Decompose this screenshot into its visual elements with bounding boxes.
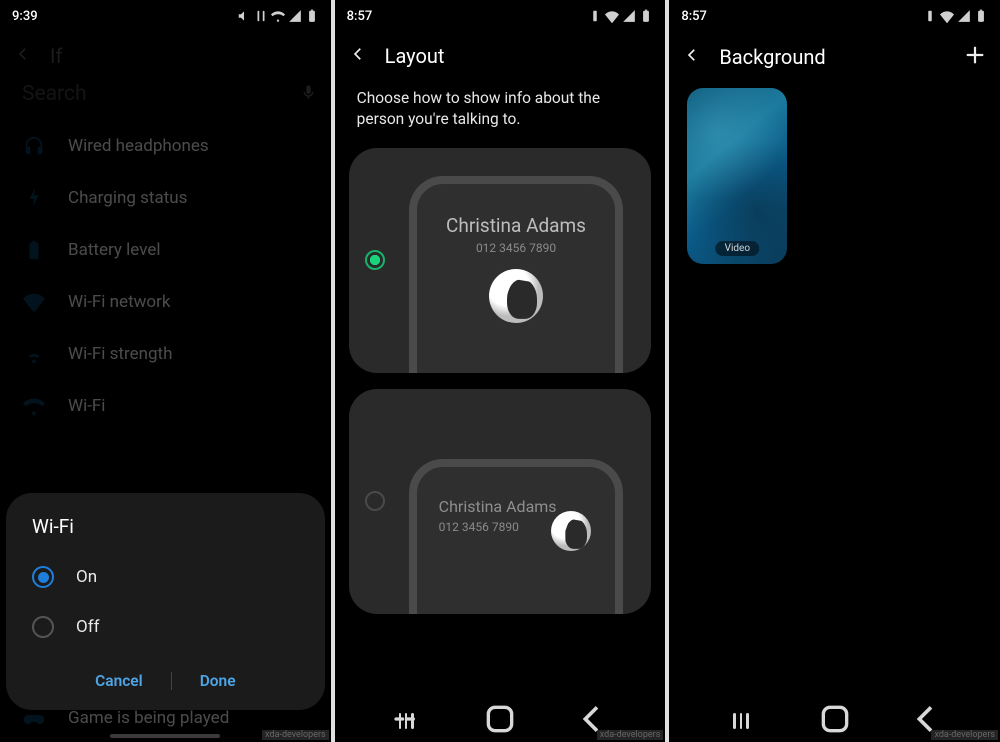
header-row: Layout	[335, 28, 666, 82]
panel-background: 8:57 Background Video xda-developers	[669, 0, 1000, 742]
status-clock: 8:57	[681, 9, 707, 24]
wifi-icon	[940, 9, 954, 23]
page-title: Background	[719, 45, 825, 69]
home-button[interactable]	[480, 705, 520, 733]
page-title: Layout	[385, 44, 445, 68]
done-button[interactable]: Done	[172, 666, 264, 696]
list-item-label: Wi-Fi strength	[68, 344, 172, 364]
list-item[interactable]: Charging status	[0, 172, 331, 224]
status-bar: 9:39	[0, 0, 331, 28]
watermark: xda-developers	[931, 730, 998, 740]
status-icons-right	[923, 9, 988, 23]
battery-icon	[305, 9, 319, 23]
vol-mute-icon	[237, 9, 251, 23]
status-icons-right	[588, 9, 653, 23]
status-clock: 9:39	[12, 9, 38, 24]
wifi-network-icon	[22, 290, 46, 314]
list-item-label: Wi-Fi network	[68, 292, 170, 312]
search-row	[0, 82, 331, 120]
phone-frame-preview: Christina Adams 012 3456 7890	[409, 176, 624, 373]
background-thumbnail[interactable]: Video	[687, 88, 787, 264]
vibrate-icon	[923, 9, 937, 23]
wifi-strength-icon	[22, 342, 46, 366]
bolt-icon	[22, 186, 46, 210]
search-input[interactable]	[22, 82, 290, 106]
status-bar: 8:57	[335, 0, 666, 28]
list-item-label: Battery level	[68, 240, 160, 260]
radio-icon	[365, 250, 385, 270]
battery-icon	[639, 9, 653, 23]
list-item[interactable]: Wi-Fi network	[0, 276, 331, 328]
radio-label: Off	[76, 617, 100, 637]
watermark: xda-developers	[597, 730, 664, 740]
vibrate-icon	[588, 9, 602, 23]
signal-icon	[622, 9, 636, 23]
back-icon[interactable]	[349, 45, 367, 67]
layout-description: Choose how to show info about the person…	[335, 82, 666, 148]
add-button[interactable]	[964, 44, 986, 70]
list-item-label: Wi-Fi	[68, 396, 105, 416]
back-button[interactable]	[572, 705, 612, 733]
sheet-buttons: Cancel Done	[14, 652, 317, 700]
status-bar: 8:57	[669, 0, 1000, 28]
avatar	[489, 269, 543, 323]
home-button[interactable]	[815, 705, 855, 733]
header-row: Background	[669, 28, 1000, 84]
radio-icon	[32, 566, 54, 588]
status-icons-right	[237, 9, 319, 23]
page-title: If	[50, 44, 62, 68]
layout-option-small[interactable]: Christina Adams 012 3456 7890	[349, 389, 652, 614]
sheet-title: Wi-Fi	[14, 515, 317, 552]
radio-label: On	[76, 567, 97, 587]
panel-if-condition: 9:39 If Wired headphones Charging status…	[0, 0, 331, 742]
back-icon[interactable]	[683, 46, 701, 68]
contact-name: Christina Adams	[435, 214, 598, 237]
list-item-label: Wired headphones	[68, 136, 209, 156]
list-item[interactable]: Battery level	[0, 224, 331, 276]
contact-number: 012 3456 7890	[435, 241, 598, 255]
panel-layout: 8:57 Layout Choose how to show info abou…	[335, 0, 666, 742]
list-item[interactable]: Wired headphones	[0, 120, 331, 172]
cancel-button[interactable]: Cancel	[67, 666, 171, 696]
recents-icon	[733, 713, 748, 729]
back-icon[interactable]	[14, 45, 32, 67]
layout-option-large[interactable]: Christina Adams 012 3456 7890	[349, 148, 652, 373]
back-button[interactable]	[906, 705, 946, 733]
radio-icon	[365, 491, 385, 511]
header-row: If	[0, 28, 331, 82]
phone-frame-preview: Christina Adams 012 3456 7890	[409, 459, 624, 614]
list-item[interactable]: Wi-Fi strength	[0, 328, 331, 380]
wifi-icon	[271, 9, 285, 23]
headphones-icon	[22, 134, 46, 158]
status-clock: 8:57	[347, 9, 373, 24]
radio-option-on[interactable]: On	[14, 552, 317, 602]
vibrate-icon	[254, 9, 268, 23]
radio-icon	[32, 616, 54, 638]
list-item-label: Charging status	[68, 188, 187, 208]
list-item[interactable]: Wi-Fi	[0, 380, 331, 432]
signal-icon	[957, 9, 971, 23]
condition-list: Wired headphones Charging status Battery…	[0, 120, 331, 432]
wifi-bottom-sheet: Wi-Fi On Off Cancel Done	[6, 493, 325, 710]
wifi-icon	[22, 394, 46, 418]
list-item-label: Game is being played	[68, 708, 229, 728]
watermark: xda-developers	[262, 730, 329, 740]
battery-icon	[974, 9, 988, 23]
wifi-icon	[605, 9, 619, 23]
gesture-handle[interactable]	[110, 734, 220, 738]
avatar	[551, 511, 591, 551]
thumbnail-badge: Video	[716, 241, 759, 256]
signal-icon	[288, 9, 302, 23]
mic-icon[interactable]	[300, 84, 317, 105]
battery-level-icon	[22, 238, 46, 262]
recents-icon	[399, 713, 414, 729]
radio-option-off[interactable]: Off	[14, 602, 317, 652]
